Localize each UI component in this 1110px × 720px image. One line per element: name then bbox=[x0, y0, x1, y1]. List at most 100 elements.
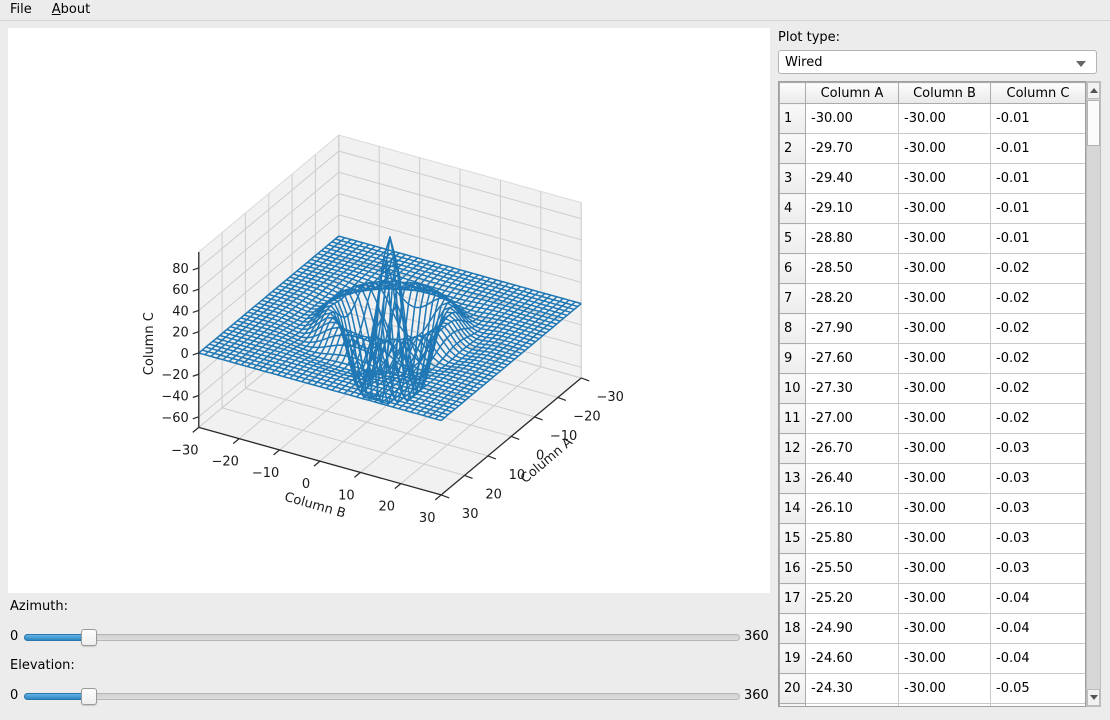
table-header-column-b[interactable]: Column B bbox=[899, 83, 991, 104]
scrollbar-thumb[interactable] bbox=[1087, 100, 1100, 146]
table-row[interactable]: 1-30.00-30.00-0.01 bbox=[780, 104, 1086, 134]
table-cell[interactable]: -27.30 bbox=[806, 374, 899, 404]
table-cell[interactable]: -25.80 bbox=[806, 524, 899, 554]
table-cell[interactable]: -30.00 bbox=[899, 524, 991, 554]
table-row[interactable]: 8-27.90-30.00-0.02 bbox=[780, 314, 1086, 344]
table-cell[interactable]: -30.00 bbox=[899, 554, 991, 584]
table-cell[interactable]: -30.00 bbox=[899, 614, 991, 644]
chevron-down-icon[interactable] bbox=[1076, 61, 1086, 67]
row-number-cell[interactable]: 19 bbox=[780, 644, 806, 674]
table-cell[interactable]: -30.00 bbox=[806, 104, 899, 134]
table-row[interactable]: 10-27.30-30.00-0.02 bbox=[780, 374, 1086, 404]
table-cell[interactable]: -29.10 bbox=[806, 194, 899, 224]
table-scrollbar[interactable] bbox=[1086, 81, 1101, 707]
table-cell[interactable]: -0.01 bbox=[991, 134, 1086, 164]
table-row[interactable]: 17-25.20-30.00-0.04 bbox=[780, 584, 1086, 614]
scrollbar-down-icon[interactable] bbox=[1087, 689, 1100, 706]
table-cell[interactable]: -0.02 bbox=[991, 344, 1086, 374]
row-number-cell[interactable] bbox=[780, 704, 806, 708]
table-cell[interactable]: -30.00 bbox=[899, 464, 991, 494]
table-cell[interactable]: -30.00 bbox=[899, 644, 991, 674]
table-cell[interactable]: -24.90 bbox=[806, 614, 899, 644]
table-cell[interactable]: -24.30 bbox=[806, 674, 899, 704]
azimuth-slider[interactable] bbox=[24, 628, 740, 646]
table-row[interactable]: 7-28.20-30.00-0.02 bbox=[780, 284, 1086, 314]
table-cell[interactable]: -0.02 bbox=[991, 374, 1086, 404]
table-cell[interactable]: -0.03 bbox=[991, 494, 1086, 524]
table-cell[interactable]: -0.03 bbox=[991, 524, 1086, 554]
table-cell[interactable]: -30.00 bbox=[899, 164, 991, 194]
table-row[interactable] bbox=[780, 704, 1086, 708]
table-cell[interactable]: -0.04 bbox=[991, 644, 1086, 674]
row-number-cell[interactable]: 1 bbox=[780, 104, 806, 134]
table-row[interactable]: 15-25.80-30.00-0.03 bbox=[780, 524, 1086, 554]
row-number-cell[interactable]: 14 bbox=[780, 494, 806, 524]
table-cell[interactable]: -0.03 bbox=[991, 554, 1086, 584]
table-cell[interactable]: -28.20 bbox=[806, 284, 899, 314]
slider-track[interactable] bbox=[24, 634, 740, 641]
menu-file[interactable]: File bbox=[0, 0, 42, 20]
table-cell[interactable]: -0.02 bbox=[991, 284, 1086, 314]
table-cell[interactable]: -0.01 bbox=[991, 164, 1086, 194]
row-number-cell[interactable]: 17 bbox=[780, 584, 806, 614]
table-row[interactable]: 20-24.30-30.00-0.05 bbox=[780, 674, 1086, 704]
table-cell[interactable]: -30.00 bbox=[899, 374, 991, 404]
scrollbar-up-icon[interactable] bbox=[1087, 82, 1100, 99]
table-cell[interactable]: -0.03 bbox=[991, 464, 1086, 494]
table-cell[interactable]: -0.01 bbox=[991, 194, 1086, 224]
table-row[interactable]: 11-27.00-30.00-0.02 bbox=[780, 404, 1086, 434]
row-number-cell[interactable]: 7 bbox=[780, 284, 806, 314]
table-cell[interactable]: -30.00 bbox=[899, 134, 991, 164]
table-cell[interactable]: -29.70 bbox=[806, 134, 899, 164]
table-row[interactable]: 5-28.80-30.00-0.01 bbox=[780, 224, 1086, 254]
table-cell[interactable]: -0.01 bbox=[991, 224, 1086, 254]
table-row[interactable]: 2-29.70-30.00-0.01 bbox=[780, 134, 1086, 164]
table-cell[interactable]: -26.10 bbox=[806, 494, 899, 524]
slider-track[interactable] bbox=[24, 693, 740, 700]
table-cell[interactable]: -28.50 bbox=[806, 254, 899, 284]
slider-handle[interactable] bbox=[81, 688, 97, 705]
table-cell[interactable]: -30.00 bbox=[899, 224, 991, 254]
table-cell[interactable]: -25.50 bbox=[806, 554, 899, 584]
table-row[interactable]: 14-26.10-30.00-0.03 bbox=[780, 494, 1086, 524]
table-row[interactable]: 12-26.70-30.00-0.03 bbox=[780, 434, 1086, 464]
table-cell[interactable] bbox=[806, 704, 899, 708]
row-number-cell[interactable]: 2 bbox=[780, 134, 806, 164]
table-cell[interactable]: -0.02 bbox=[991, 254, 1086, 284]
table-cell[interactable]: -0.04 bbox=[991, 614, 1086, 644]
table-cell[interactable]: -0.03 bbox=[991, 434, 1086, 464]
table-cell[interactable]: -0.01 bbox=[991, 104, 1086, 134]
table-cell[interactable]: -0.02 bbox=[991, 404, 1086, 434]
table-cell[interactable]: -30.00 bbox=[899, 254, 991, 284]
row-number-cell[interactable]: 20 bbox=[780, 674, 806, 704]
menu-about[interactable]: About bbox=[42, 0, 100, 20]
table-row[interactable]: 13-26.40-30.00-0.03 bbox=[780, 464, 1086, 494]
table-cell[interactable]: -30.00 bbox=[899, 344, 991, 374]
table-cell[interactable]: -30.00 bbox=[899, 434, 991, 464]
table-cell[interactable]: -0.05 bbox=[991, 674, 1086, 704]
row-number-cell[interactable]: 16 bbox=[780, 554, 806, 584]
row-number-cell[interactable]: 8 bbox=[780, 314, 806, 344]
table-cell[interactable]: -29.40 bbox=[806, 164, 899, 194]
table-cell[interactable]: -30.00 bbox=[899, 314, 991, 344]
table-header-corner[interactable] bbox=[780, 83, 806, 104]
table-cell[interactable]: -30.00 bbox=[899, 584, 991, 614]
table-row[interactable]: 9-27.60-30.00-0.02 bbox=[780, 344, 1086, 374]
elevation-slider[interactable] bbox=[24, 687, 740, 705]
plot-type-combobox[interactable]: Wired bbox=[778, 50, 1097, 74]
table-header-column-c[interactable]: Column C bbox=[991, 83, 1086, 104]
table-cell[interactable] bbox=[899, 704, 991, 708]
slider-handle[interactable] bbox=[81, 629, 97, 646]
row-number-cell[interactable]: 18 bbox=[780, 614, 806, 644]
table-row[interactable]: 16-25.50-30.00-0.03 bbox=[780, 554, 1086, 584]
table-row[interactable]: 6-28.50-30.00-0.02 bbox=[780, 254, 1086, 284]
table-cell[interactable]: -26.40 bbox=[806, 464, 899, 494]
row-number-cell[interactable]: 4 bbox=[780, 194, 806, 224]
row-number-cell[interactable]: 3 bbox=[780, 164, 806, 194]
row-number-cell[interactable]: 10 bbox=[780, 374, 806, 404]
table-row[interactable]: 19-24.60-30.00-0.04 bbox=[780, 644, 1086, 674]
table-cell[interactable]: -30.00 bbox=[899, 674, 991, 704]
row-number-cell[interactable]: 5 bbox=[780, 224, 806, 254]
table-cell[interactable]: -28.80 bbox=[806, 224, 899, 254]
table-cell[interactable]: -0.02 bbox=[991, 314, 1086, 344]
